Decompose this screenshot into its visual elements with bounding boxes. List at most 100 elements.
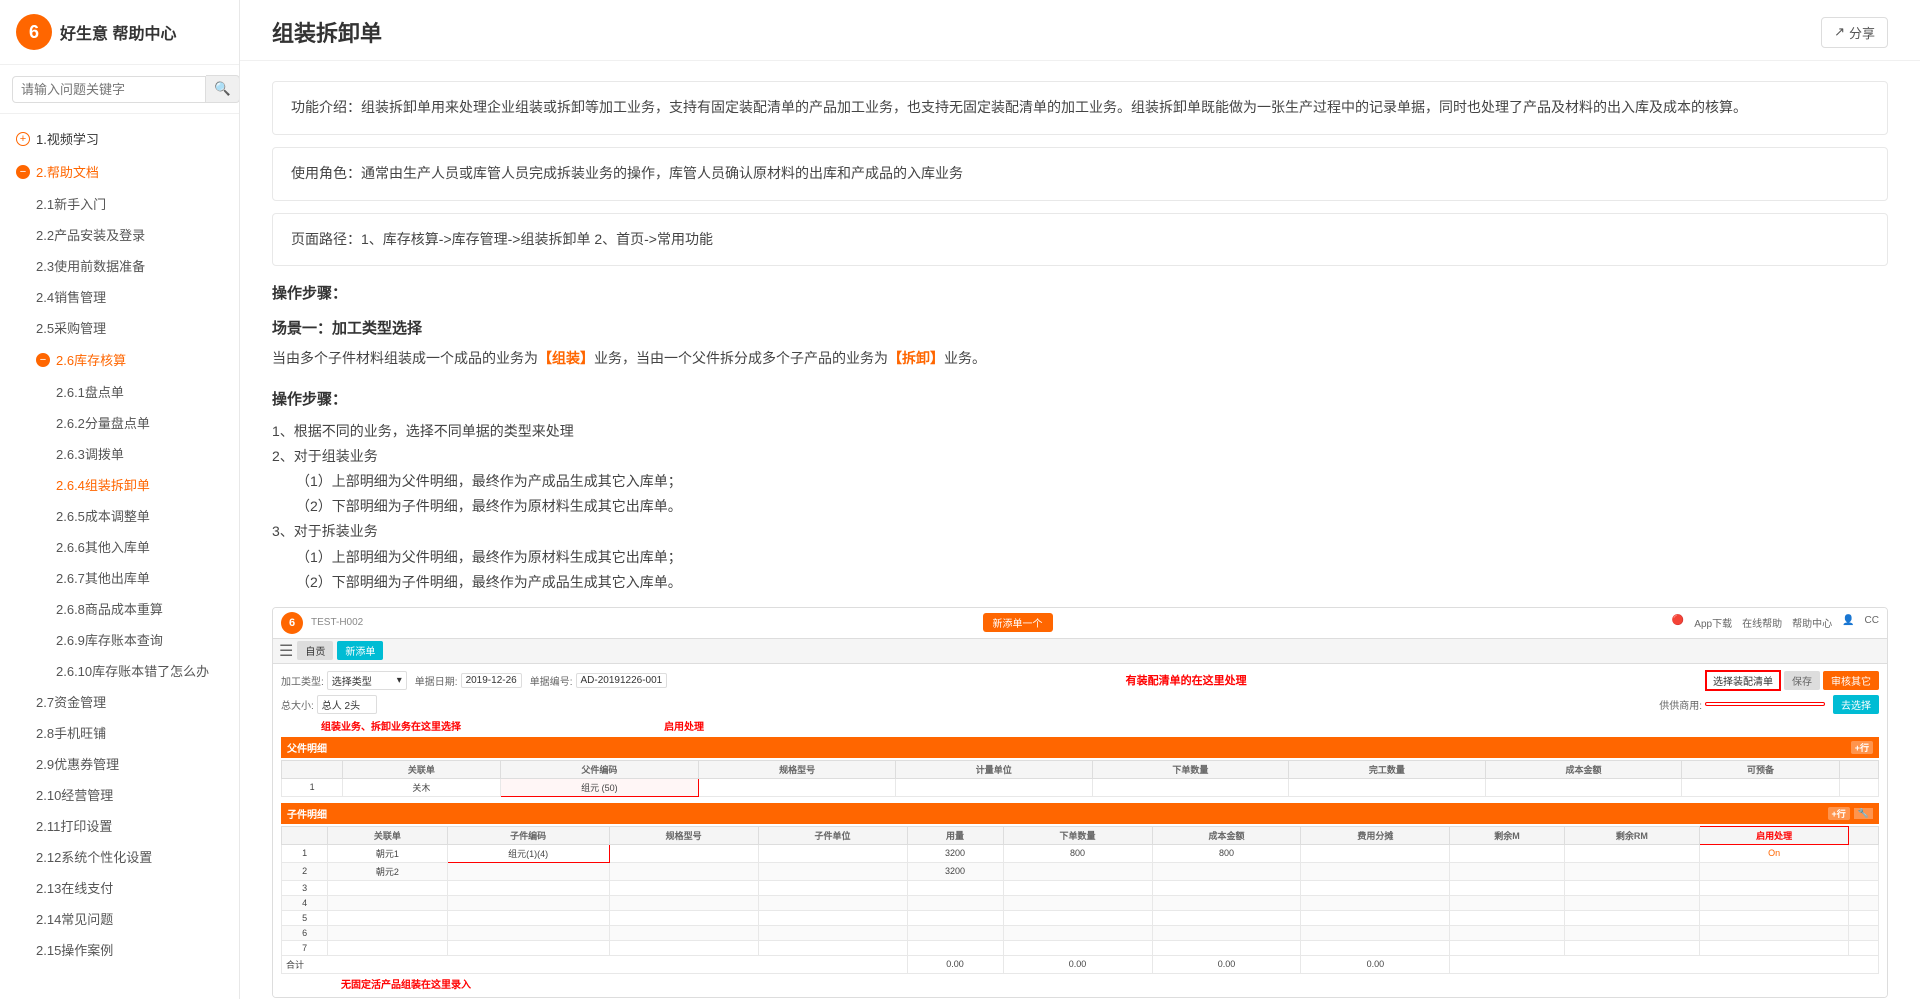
mock-child-r0-5: 3200 bbox=[907, 844, 1003, 862]
mock-child-r1-7 bbox=[1152, 862, 1301, 880]
sidebar-item-2-1[interactable]: 2.1新手入门 bbox=[0, 188, 239, 219]
mock-parent-add[interactable]: +行 bbox=[1851, 741, 1873, 754]
sidebar-item-2-6-8[interactable]: 2.6.8商品成本重算 bbox=[20, 593, 239, 624]
share-button[interactable]: ↗ 分享 bbox=[1821, 17, 1888, 48]
intro-text-1: 功能介绍：组装拆卸单用来处理企业组装或拆卸等加工业务，支持有固定装配清单的产品加… bbox=[291, 99, 1747, 115]
mock-date-value[interactable]: 2019-12-26 bbox=[461, 673, 522, 688]
content-area: 功能介绍：组装拆卸单用来处理企业组装或拆卸等加工业务，支持有固定装配清单的产品加… bbox=[240, 61, 1920, 999]
sidebar-item-2-2[interactable]: 2.2产品安装及登录 bbox=[0, 219, 239, 250]
mock-sidebar-toggle[interactable]: ☰ bbox=[279, 641, 293, 661]
mock-child-r0-4 bbox=[758, 844, 907, 862]
mock-form-row-2: 总大小: 总人 2头 供供商用: 去选择 bbox=[281, 695, 1879, 714]
logo-area: 6 好生意 帮助中心 bbox=[0, 0, 239, 65]
ops-steps-label: 操作步骤： bbox=[272, 388, 1888, 409]
sidebar-item-2-6-3[interactable]: 2.6.3调拨单 bbox=[20, 438, 239, 469]
search-input[interactable] bbox=[12, 76, 206, 103]
sidebar-item-2-13[interactable]: 2.13在线支付 bbox=[0, 872, 239, 903]
mock-type-label: 加工类型: bbox=[281, 673, 324, 688]
mock-remark-input[interactable] bbox=[1705, 702, 1825, 706]
mock-child-r0-12 bbox=[1849, 844, 1879, 862]
mock-child-r1-8 bbox=[1301, 862, 1450, 880]
annotation-row: 组装业务、拆卸业务在这里选择 启用处理 bbox=[281, 718, 1879, 733]
mock-child-extra: 🔧 bbox=[1854, 808, 1873, 819]
logo-text: 好生意 帮助中心 bbox=[60, 20, 176, 44]
intro-block-1: 功能介绍：组装拆卸单用来处理企业组装或拆卸等加工业务，支持有固定装配清单的产品加… bbox=[272, 81, 1888, 135]
mock-save-btn[interactable]: 保存 bbox=[1784, 671, 1820, 690]
sidebar-item-2-6-5[interactable]: 2.6.5成本调整单 bbox=[20, 500, 239, 531]
intro-text-2: 使用角色：通常由生产人员或库管人员完成拆装业务的操作，库管人员确认原材料的出库和… bbox=[291, 165, 963, 181]
mock-date-label: 单据日期: bbox=[415, 673, 458, 688]
sidebar-item-2-5[interactable]: 2.5采购管理 bbox=[0, 312, 239, 343]
mock-type-dropdown[interactable]: 选择类型 ▾ bbox=[327, 671, 407, 690]
mock-parent-cell-0-2: 组元 (50) bbox=[500, 778, 699, 796]
sidebar-item-2-6-label: 2.6库存核算 bbox=[56, 350, 126, 369]
mock-child-r1-5: 3200 bbox=[907, 862, 1003, 880]
mock-child-thead: 关联单 子件编码 规格型号 子件单位 用量 下单数量 成本金额 费用分摊 剩余M bbox=[282, 826, 1879, 844]
sidebar-item-2-11[interactable]: 2.11打印设置 bbox=[0, 810, 239, 841]
sidebar-item-2-15[interactable]: 2.15操作案例 bbox=[0, 934, 239, 965]
sidebar-item-2-6-7[interactable]: 2.6.7其他出库单 bbox=[20, 562, 239, 593]
mock-parent-section: 父件明细 +行 bbox=[281, 737, 1879, 758]
mock-remark-label: 供供商用: bbox=[1659, 697, 1702, 712]
sidebar-item-2-6[interactable]: − 2.6库存核算 bbox=[0, 343, 239, 376]
sidebar-item-2-9[interactable]: 2.9优惠券管理 bbox=[0, 748, 239, 779]
sidebar-item-2-6-9[interactable]: 2.6.9库存账本查询 bbox=[20, 624, 239, 655]
sidebar-item-2-6-2[interactable]: 2.6.2分量盘点单 bbox=[20, 407, 239, 438]
sidebar-item-docs-label: 2.帮助文档 bbox=[36, 162, 99, 181]
sidebar-item-2-6-4[interactable]: 2.6.4组装拆卸单 bbox=[20, 469, 239, 500]
mock-child-r0-1: 朝元1 bbox=[328, 844, 447, 862]
mock-tab-active[interactable]: 新添单 bbox=[337, 641, 383, 660]
mock-logo: 6 bbox=[281, 612, 303, 634]
mock-child-r1-1: 朝元2 bbox=[328, 862, 447, 880]
step2: 2、对于组装业务 bbox=[272, 444, 1888, 469]
mock-child-r0-0: 1 bbox=[282, 844, 328, 862]
sidebar-item-video[interactable]: + 1.视频学习 bbox=[0, 122, 239, 155]
mock-confirm-btn[interactable]: 审核其它 bbox=[1823, 671, 1879, 690]
sidebar-item-2-8[interactable]: 2.8手机旺铺 bbox=[0, 717, 239, 748]
mock-app-id: TEST-H002 bbox=[311, 617, 363, 628]
mock-new-btn[interactable]: 新添单一个 bbox=[983, 613, 1053, 632]
mock-child-r1-6 bbox=[1003, 862, 1152, 880]
mock-select-btn[interactable]: 去选择 bbox=[1833, 695, 1879, 714]
mock-tab-home[interactable]: 自贡 bbox=[297, 641, 333, 660]
table-row: 4 bbox=[282, 895, 1879, 910]
mock-child-r0-11[interactable]: On bbox=[1700, 844, 1849, 862]
sidebar-item-2-12[interactable]: 2.12系统个性化设置 bbox=[0, 841, 239, 872]
plus-icon: + bbox=[16, 132, 30, 146]
search-button[interactable]: 🔍 bbox=[206, 75, 240, 103]
mock-child-section: 子件明细 +行 🔧 bbox=[281, 803, 1879, 824]
table-row: 7 bbox=[282, 940, 1879, 955]
sidebar-item-2-6-10[interactable]: 2.6.10库存账本错了怎么办 bbox=[20, 655, 239, 686]
page-title: 组装拆卸单 bbox=[272, 16, 382, 48]
search-box: 🔍 bbox=[0, 65, 239, 114]
mock-select-bom-btn[interactable]: 选择装配清单 bbox=[1705, 670, 1781, 691]
intro-block-2: 使用角色：通常由生产人员或库管人员完成拆装业务的操作，库管人员确认原材料的出库和… bbox=[272, 147, 1888, 201]
sidebar-item-2-4[interactable]: 2.4销售管理 bbox=[0, 281, 239, 312]
mock-count-value[interactable]: 总人 2头 bbox=[317, 695, 377, 714]
mock-child-th-10: 剩余RM bbox=[1564, 826, 1700, 844]
mock-child-th-7: 成本金额 bbox=[1152, 826, 1301, 844]
step2-2: （2）下部明细为子件明细，最终作为原材料生成其它出库单。 bbox=[296, 494, 1888, 519]
mock-parent-cell-0-9 bbox=[1839, 778, 1878, 796]
mock-num-value[interactable]: AD-20191226-001 bbox=[576, 673, 668, 688]
mock-parent-cell-0-1: 关木 bbox=[343, 778, 500, 796]
mock-topbar: 6 TEST-H002 新添单一个 🔴 App下载 在线帮助 帮助中心 👤 CC bbox=[273, 608, 1887, 639]
mock-footer-label: 合计 bbox=[282, 955, 908, 973]
mock-form-row-1: 加工类型: 选择类型 ▾ 单据日期: 2019-12-26 bbox=[281, 670, 1879, 691]
mock-child-r0-7: 800 bbox=[1152, 844, 1301, 862]
sidebar-item-2-6-6[interactable]: 2.6.6其他入库单 bbox=[20, 531, 239, 562]
sidebar-item-2-10[interactable]: 2.10经营管理 bbox=[0, 779, 239, 810]
sidebar-item-2-6-1[interactable]: 2.6.1盘点单 bbox=[20, 376, 239, 407]
mock-child-tbody: 1 朝元1 组元(1)(4) 3200 800 800 bbox=[282, 844, 1879, 955]
sidebar-item-2-3[interactable]: 2.3使用前数据准备 bbox=[0, 250, 239, 281]
table-row: 6 bbox=[282, 925, 1879, 940]
intro-block-3: 页面路径：1、库存核算->库存管理->组装拆卸单 2、首页->常用功能 bbox=[272, 213, 1888, 267]
sidebar-item-docs[interactable]: − 2.帮助文档 bbox=[0, 155, 239, 188]
sidebar-item-2-7[interactable]: 2.7资金管理 bbox=[0, 686, 239, 717]
nav-section-docs: − 2.帮助文档 2.1新手入门 2.2产品安装及登录 2.3使用前数据准备 2… bbox=[0, 155, 239, 965]
sidebar-item-2-14[interactable]: 2.14常见问题 bbox=[0, 903, 239, 934]
mock-footer-val-0: 0.00 bbox=[907, 955, 1003, 973]
mock-child-r1-11 bbox=[1700, 862, 1849, 880]
table-row: 合计 0.00 0.00 0.00 0.00 bbox=[282, 955, 1879, 973]
mock-child-add[interactable]: +行 bbox=[1828, 807, 1850, 820]
